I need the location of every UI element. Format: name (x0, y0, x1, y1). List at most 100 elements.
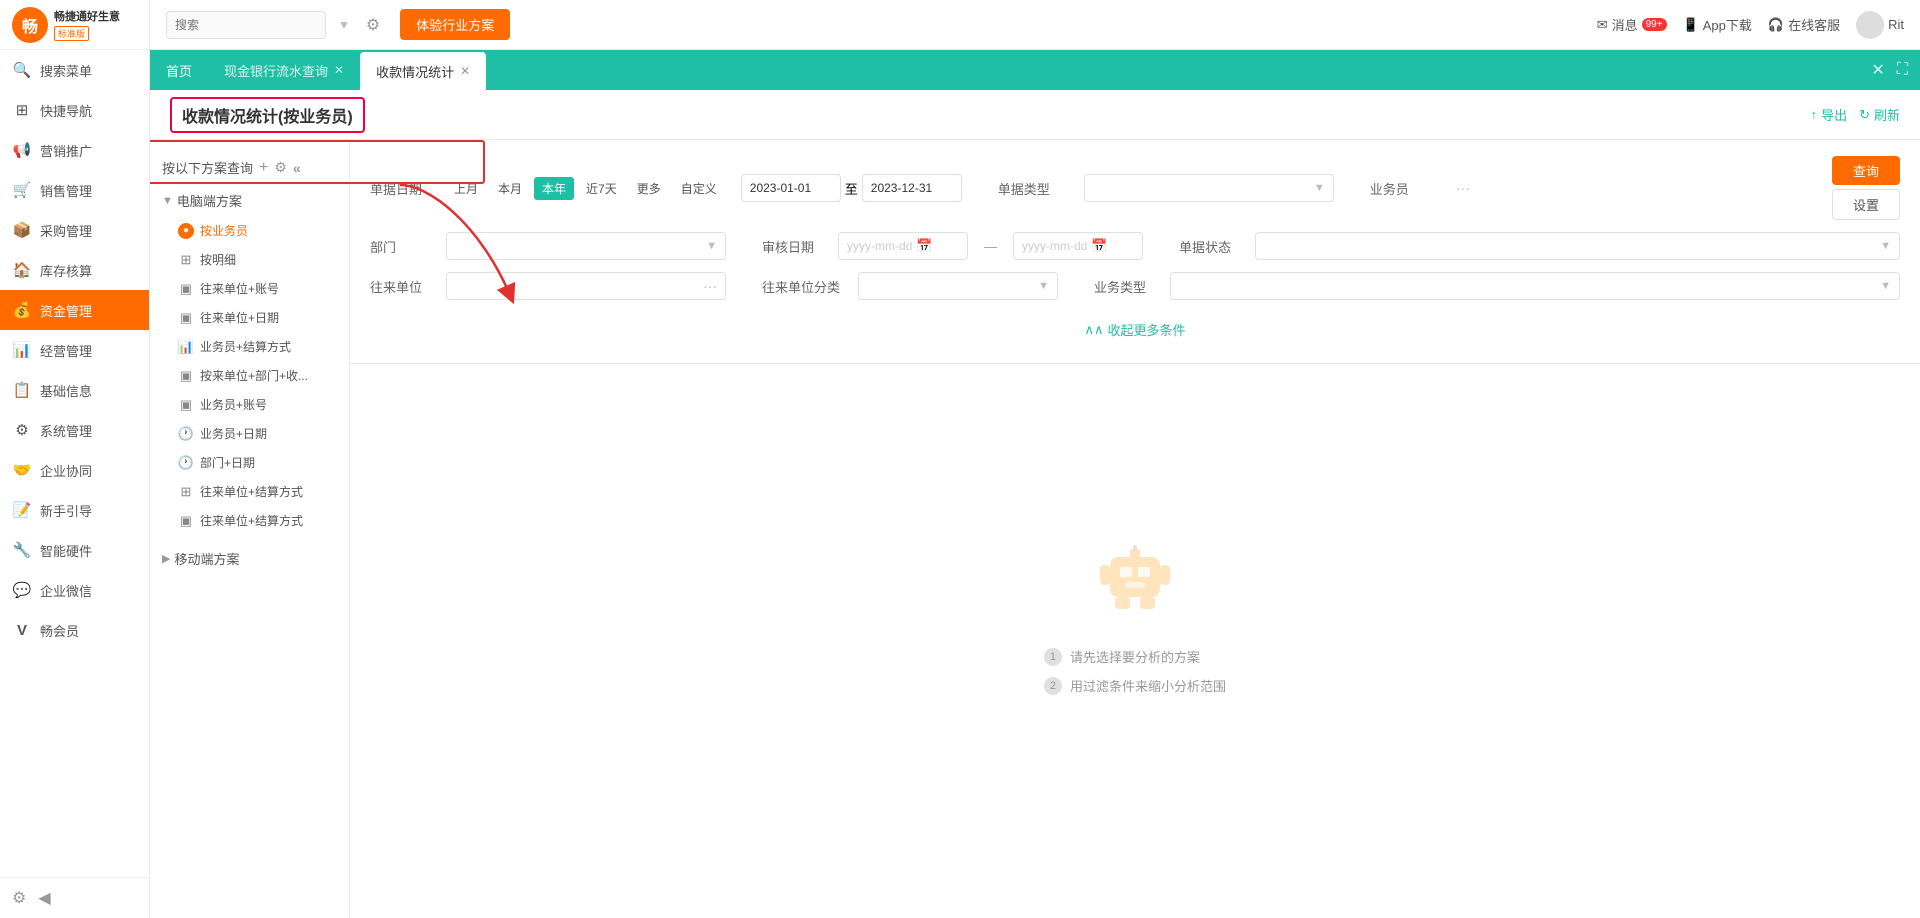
topbar-arrow-icon: ▼ (338, 18, 350, 32)
tabbar-expand-icon[interactable]: ⛶ (1897, 61, 1908, 79)
sidebar-item-wechat[interactable]: 💬 企业微信 (0, 570, 149, 610)
date-tabs: 上月 本月 本年 近7天 更多 自定义 (446, 177, 725, 200)
tip-1-text: 请先选择要分析的方案 (1070, 647, 1200, 666)
scheme-item-by-counterpart-dept[interactable]: ▣ 按来单位+部门+收... (150, 361, 349, 390)
dept-label: 部门 (370, 237, 430, 256)
purchase-icon: 📦 (12, 220, 32, 240)
app-download-icon: 📱 (1683, 17, 1699, 33)
scheme-parent-mobile[interactable]: ▶ 移动端方案 (150, 543, 349, 574)
tab-home[interactable]: 首页 (150, 61, 208, 80)
bill-status-select[interactable]: ▼ (1255, 232, 1900, 260)
tabbar-close-icon[interactable]: ✕ (1871, 60, 1884, 80)
date-tab-this-month[interactable]: 本月 (490, 177, 530, 200)
sidebar-item-hardware[interactable]: 🔧 智能硬件 (0, 530, 149, 570)
messages-item[interactable]: ✉ 消息 99+ (1597, 15, 1667, 34)
topbar-search-input[interactable] (166, 11, 326, 39)
tabbar: 首页 现金银行流水查询 ✕ 收款情况统计 ✕ ✕ ⛶ (150, 50, 1920, 90)
bill-type-label: 单据类型 (998, 179, 1068, 198)
user-name: Rit (1888, 17, 1904, 32)
tab-collection-close-icon[interactable]: ✕ (460, 64, 470, 78)
review-from-input[interactable]: yyyy-mm-dd 📅 (838, 232, 968, 260)
scheme-item-counterpart-settle2[interactable]: ▣ 往来单位+结算方式 (150, 506, 349, 535)
wechat-icon: 💬 (12, 580, 32, 600)
scheme-item-salesperson-settle[interactable]: 📊 业务员+结算方式 (150, 332, 349, 361)
sidebar-item-marketing[interactable]: 📢 营销推广 (0, 130, 149, 170)
date-tab-more[interactable]: 更多 (629, 177, 669, 200)
app-download-item[interactable]: 📱 App下载 (1683, 15, 1752, 34)
scheme-settings-icon[interactable]: ⚙ (274, 159, 287, 176)
date-tab-this-year[interactable]: 本年 (534, 177, 574, 200)
refresh-button[interactable]: ↻ 刷新 (1859, 105, 1900, 124)
panel-header-label: 按以下方案查询 (162, 158, 253, 177)
sidebar-label-basic: 基础信息 (40, 381, 92, 400)
sidebar-item-system[interactable]: ⚙ 系统管理 (0, 410, 149, 450)
add-scheme-icon[interactable]: + (259, 159, 268, 177)
date-tab-custom[interactable]: 自定义 (673, 177, 725, 200)
tab-bank-close-icon[interactable]: ✕ (334, 63, 344, 77)
sidebar-item-member[interactable]: V 畅会员 (0, 610, 149, 650)
trial-button[interactable]: 体验行业方案 (400, 9, 510, 40)
sidebar-label-hardware: 智能硬件 (40, 541, 92, 560)
scheme-item-by-detail[interactable]: ⊞ 按明细 (150, 245, 349, 274)
scheme-item-dept-date[interactable]: 🕐 部门+日期 (150, 448, 349, 477)
counterpart-dots[interactable]: ··· (703, 278, 717, 294)
scheme-item-counterpart-settle1[interactable]: ⊞ 往来单位+结算方式 (150, 477, 349, 506)
date-tab-7days[interactable]: 近7天 (578, 177, 625, 200)
scheme-item-counterpart-date[interactable]: ▣ 往来单位+日期 (150, 303, 349, 332)
salesperson-more-dots[interactable]: ··· (1456, 180, 1470, 196)
tab-collection[interactable]: 收款情况统计 ✕ (360, 52, 486, 90)
date-to-input[interactable] (862, 174, 962, 202)
sidebar-item-inventory[interactable]: 🏠 库存核算 (0, 250, 149, 290)
counterpart-input[interactable]: ··· (446, 272, 726, 300)
collapse-bar[interactable]: ∧∧ 收起更多条件 (370, 312, 1900, 347)
scheme-parent-pc[interactable]: ▼ 电脑端方案 (150, 185, 349, 216)
settings-bottom-icon[interactable]: ⚙ (12, 888, 26, 908)
date-from-input[interactable] (741, 174, 841, 202)
user-item[interactable]: Rit (1856, 11, 1904, 39)
sidebar-item-sales[interactable]: 🛒 销售管理 (0, 170, 149, 210)
scheme-pc-label: 电脑端方案 (177, 191, 242, 210)
topbar-settings-icon[interactable]: ⚙ (366, 15, 380, 35)
sidebar-item-search[interactable]: 🔍 搜索菜单 (0, 50, 149, 90)
scheme-item-label-1: 按明细 (200, 251, 236, 268)
sidebar-item-cooperation[interactable]: 🤝 企业协同 (0, 450, 149, 490)
counterpart-type-select[interactable]: ▼ (858, 272, 1058, 300)
scheme-item-salesperson-date[interactable]: 🕐 业务员+日期 (150, 419, 349, 448)
scheme-item-counterpart-account[interactable]: ▣ 往来单位+账号 (150, 274, 349, 303)
bill-type-select[interactable]: ▼ (1084, 174, 1334, 202)
sidebar: 畅 畅捷通好生意 标准版 🔍 搜索菜单 ⊞ 快捷导航 📢 营销推广 🛒 销售管理… (0, 0, 150, 918)
sidebar-item-operations[interactable]: 📊 经营管理 (0, 330, 149, 370)
tab-bank[interactable]: 现金银行流水查询 ✕ (208, 50, 360, 90)
hardware-icon: 🔧 (12, 540, 32, 560)
export-button[interactable]: ↑ 导出 (1811, 105, 1848, 124)
scheme-item-label-10: 往来单位+结算方式 (200, 512, 303, 529)
sidebar-label-quicknav: 快捷导航 (40, 101, 92, 120)
member-icon: V (12, 620, 32, 640)
logo-text-area: 畅捷通好生意 标准版 (54, 8, 120, 41)
sidebar-label-purchase: 采购管理 (40, 221, 92, 240)
sidebar-item-basic[interactable]: 📋 基础信息 (0, 370, 149, 410)
sidebar-item-guide[interactable]: 📝 新手引导 (0, 490, 149, 530)
review-from-cal-icon[interactable]: 📅 (916, 238, 932, 254)
by-counterpart-dept-icon: ▣ (178, 368, 194, 384)
sidebar-item-finance[interactable]: 💰 资金管理 (0, 290, 149, 330)
review-to-input[interactable]: yyyy-mm-dd 📅 (1013, 232, 1143, 260)
settings-button[interactable]: 设置 (1832, 189, 1900, 220)
collapse-panel-icon[interactable]: « (293, 160, 301, 176)
date-dash: — (984, 239, 997, 254)
sidebar-item-purchase[interactable]: 📦 采购管理 (0, 210, 149, 250)
scheme-item-by-salesperson[interactable]: ● 按业务员 (150, 216, 349, 245)
biz-type-select[interactable]: ▼ (1170, 272, 1900, 300)
scheme-item-label-5: 按来单位+部门+收... (200, 367, 308, 384)
basic-icon: 📋 (12, 380, 32, 400)
review-to-cal-icon[interactable]: 📅 (1091, 238, 1107, 254)
online-service-item[interactable]: 🎧 在线客服 (1768, 15, 1840, 34)
query-button[interactable]: 查询 (1832, 156, 1900, 185)
logo-area: 畅 畅捷通好生意 标准版 (0, 0, 149, 50)
logo-icon: 畅 (12, 7, 48, 43)
collapse-sidebar-icon[interactable]: ◀ (38, 888, 50, 908)
sidebar-item-quicknav[interactable]: ⊞ 快捷导航 (0, 90, 149, 130)
date-tab-last-month[interactable]: 上月 (446, 177, 486, 200)
scheme-item-salesperson-account[interactable]: ▣ 业务员+账号 (150, 390, 349, 419)
dept-select[interactable]: ▼ (446, 232, 726, 260)
